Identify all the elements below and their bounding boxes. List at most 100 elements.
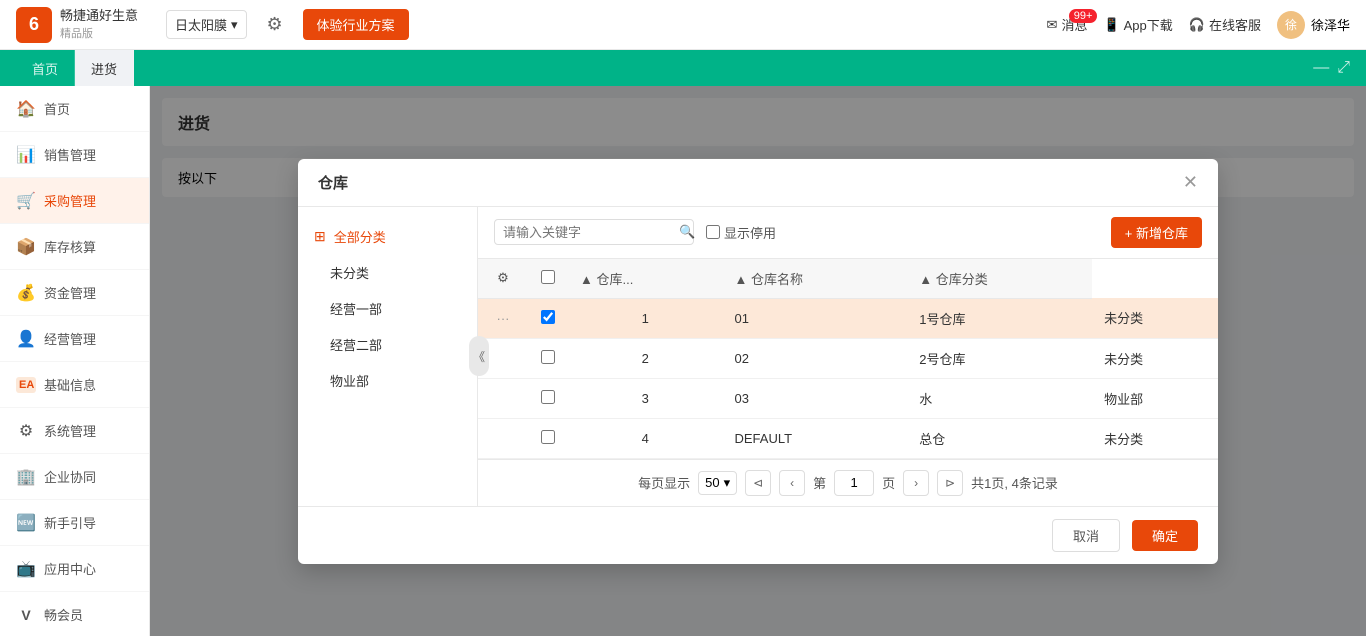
- sidebar-item-management[interactable]: 👤 经营管理: [0, 316, 149, 362]
- row-checkbox[interactable]: [541, 310, 555, 324]
- row-category-cell: 未分类: [1092, 298, 1218, 338]
- row-checkbox[interactable]: [541, 390, 555, 404]
- tree-collapse-button[interactable]: 《: [469, 336, 489, 376]
- sidebar-item-basic[interactable]: EA 基础信息: [0, 362, 149, 408]
- tree-item-dept2[interactable]: 经营二部: [298, 327, 477, 363]
- per-page-select[interactable]: 50 ▾: [698, 471, 737, 495]
- header-right: ✉ 消息 99+ 📱 App下载 🎧 在线客服 徐 徐泽华: [1047, 11, 1350, 39]
- table-row[interactable]: 3 03 水 物业部: [478, 378, 1218, 418]
- row-code-cell: DEFAULT: [723, 418, 908, 458]
- add-warehouse-button[interactable]: + 新增仓库: [1111, 217, 1202, 248]
- last-page-button[interactable]: ⊳: [937, 470, 963, 496]
- row-check-cell[interactable]: [528, 418, 568, 458]
- sidebar-item-home[interactable]: 🏠 首页: [0, 86, 149, 132]
- tree-item-uncategorized[interactable]: 未分类: [298, 255, 477, 291]
- modal-overlay: 仓库 ✕ ⊞ 全部分类 未分类 经营一: [150, 86, 1366, 636]
- sidebar-label-sales: 销售管理: [44, 145, 96, 164]
- tree-label-dept2: 经营二部: [330, 335, 382, 354]
- row-name-cell: 总仓: [907, 418, 1092, 458]
- phone-icon: 📱: [1103, 17, 1119, 33]
- row-check-cell[interactable]: [528, 338, 568, 378]
- page-unit-label: 页: [882, 473, 895, 492]
- online-service-button[interactable]: 🎧 在线客服: [1189, 15, 1261, 34]
- search-input-wrap[interactable]: 🔍: [494, 219, 694, 245]
- show-disabled-label[interactable]: 显示停用: [706, 223, 776, 242]
- first-page-button[interactable]: ⊲: [745, 470, 771, 496]
- sidebar-item-enterprise[interactable]: 🏢 企业协同: [0, 454, 149, 500]
- per-page-dropdown-icon: ▾: [724, 475, 731, 491]
- per-page-label: 每页显示: [638, 473, 690, 492]
- sales-icon: 📊: [16, 145, 36, 165]
- per-page-value: 50: [705, 475, 719, 490]
- user-avatar-area[interactable]: 徐 徐泽华: [1277, 11, 1350, 39]
- page-number-input[interactable]: [834, 470, 874, 496]
- trial-button[interactable]: 体验行业方案: [303, 9, 409, 40]
- show-disabled-checkbox[interactable]: [706, 225, 720, 239]
- search-icon[interactable]: 🔍: [679, 224, 695, 240]
- row-code-cell: 02: [723, 338, 908, 378]
- row-more-icon[interactable]: ···: [497, 311, 510, 326]
- sidebar-item-system[interactable]: ⚙ 系统管理: [0, 408, 149, 454]
- sidebar-item-sales[interactable]: 📊 销售管理: [0, 132, 149, 178]
- sidebar-item-finance[interactable]: 💰 资金管理: [0, 270, 149, 316]
- username-label: 徐泽华: [1311, 15, 1350, 34]
- prev-page-button[interactable]: ‹: [779, 470, 805, 496]
- sidebar-label-enterprise: 企业协同: [44, 467, 96, 486]
- tree-item-dept1[interactable]: 经营一部: [298, 291, 477, 327]
- sidebar-label-basic: 基础信息: [44, 375, 96, 394]
- col-header-setting: ⚙: [478, 259, 528, 299]
- sidebar: 🏠 首页 📊 销售管理 🛒 采购管理 📦 库存核算 💰 资金管理 👤 经营管理 …: [0, 86, 150, 636]
- management-icon: 👤: [16, 329, 36, 349]
- tree-item-all[interactable]: ⊞ 全部分类: [298, 219, 477, 255]
- purchase-icon: 🛒: [16, 191, 36, 211]
- confirm-button[interactable]: 确定: [1132, 520, 1198, 551]
- nav-tab-home[interactable]: 首页: [16, 50, 75, 86]
- row-checkbox[interactable]: [541, 350, 555, 364]
- modal-close-button[interactable]: ✕: [1183, 172, 1198, 193]
- top-header: 6 畅捷通好生意 精品版 日太阳膜 ▾ ⚙ 体验行业方案 ✉ 消息 99+ 📱 …: [0, 0, 1366, 50]
- sidebar-item-purchase[interactable]: 🛒 采购管理: [0, 178, 149, 224]
- company-selector[interactable]: 日太阳膜 ▾: [166, 10, 247, 39]
- messages-button[interactable]: ✉ 消息 99+: [1047, 15, 1088, 34]
- table-row[interactable]: ··· 1 01 1号仓库 未分类: [478, 298, 1218, 338]
- col-header-category: ▲ 仓库分类: [907, 259, 1092, 299]
- table-row[interactable]: 2 02 2号仓库 未分类: [478, 338, 1218, 378]
- nav-tab-purchase[interactable]: 进货: [75, 50, 134, 86]
- row-checkbox[interactable]: [541, 430, 555, 444]
- row-index-cell: 3: [568, 378, 723, 418]
- logo-text-block: 畅捷通好生意 精品版: [60, 8, 138, 41]
- next-page-button[interactable]: ›: [903, 470, 929, 496]
- row-code-cell: 01: [723, 298, 908, 338]
- basic-icon: EA: [16, 377, 36, 393]
- sidebar-label-purchase: 采购管理: [44, 191, 96, 210]
- sidebar-item-appcenter[interactable]: 📺 应用中心: [0, 546, 149, 592]
- row-check-cell[interactable]: [528, 378, 568, 418]
- content-panel: 🔍 显示停用 + 新增仓库: [478, 207, 1218, 506]
- search-input[interactable]: [503, 225, 679, 240]
- sidebar-item-inventory[interactable]: 📦 库存核算: [0, 224, 149, 270]
- finance-icon: 💰: [16, 283, 36, 303]
- logo-icon: 6: [16, 7, 52, 43]
- row-code-cell: 03: [723, 378, 908, 418]
- col-header-code: ▲ 仓库...: [568, 259, 723, 299]
- tree-item-property[interactable]: 物业部: [298, 363, 477, 399]
- logo-name: 畅捷通好生意: [60, 8, 138, 25]
- tree-label-dept1: 经营一部: [330, 299, 382, 318]
- row-index-cell: 2: [568, 338, 723, 378]
- sidebar-label-inventory: 库存核算: [44, 237, 96, 256]
- select-all-checkbox[interactable]: [541, 270, 555, 284]
- tree-label-uncategorized: 未分类: [330, 263, 369, 282]
- sidebar-label-system: 系统管理: [44, 421, 96, 440]
- minimize-icon[interactable]: —: [1313, 59, 1329, 77]
- table-row[interactable]: 4 DEFAULT 总仓 未分类: [478, 418, 1218, 458]
- app-download-button[interactable]: 📱 App下载: [1103, 15, 1172, 34]
- row-check-cell[interactable]: [528, 298, 568, 338]
- sidebar-item-guide[interactable]: 🆕 新手引导: [0, 500, 149, 546]
- expand-icon[interactable]: ⤢: [1337, 59, 1350, 77]
- settings-icon[interactable]: ⚙: [259, 9, 291, 41]
- col-header-check: [528, 259, 568, 299]
- sidebar-item-membership[interactable]: V 畅会员: [0, 592, 149, 636]
- system-icon: ⚙: [16, 421, 36, 441]
- cancel-button[interactable]: 取消: [1052, 519, 1120, 552]
- page-content: 进货 按以下 仓库 ✕ ⊞ 全部分类: [150, 86, 1366, 636]
